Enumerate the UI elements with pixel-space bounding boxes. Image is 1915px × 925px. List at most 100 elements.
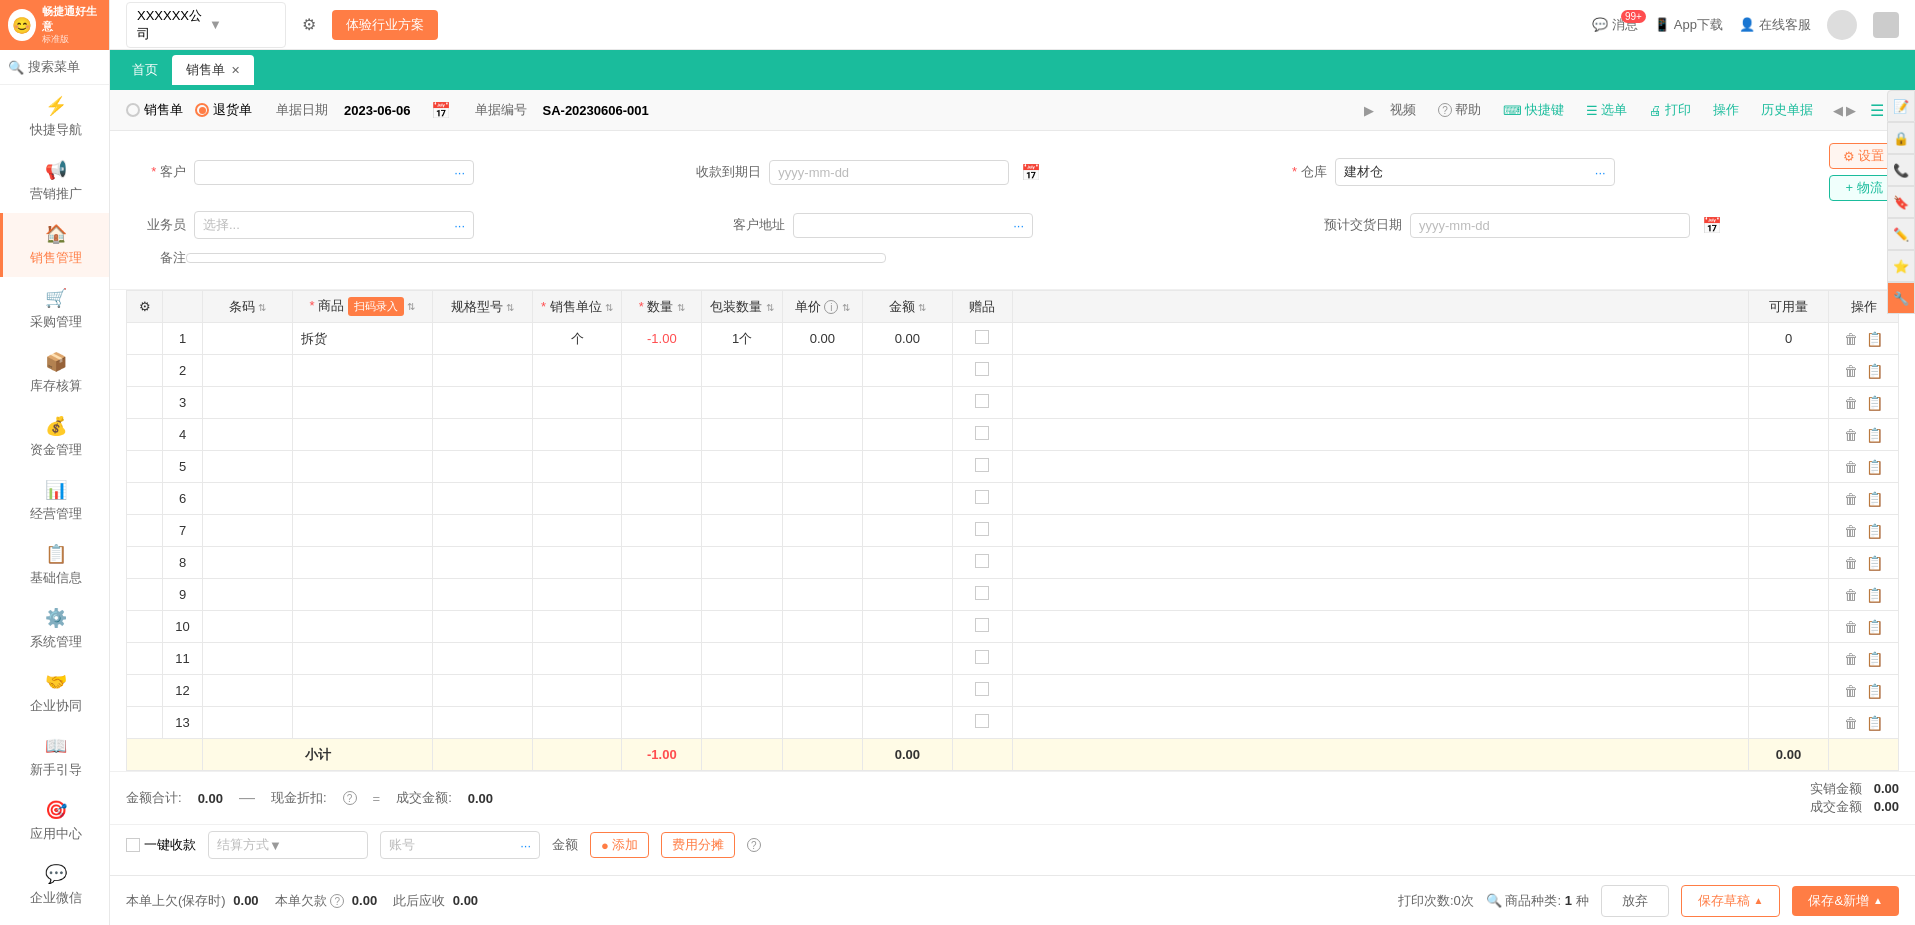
copy-icon-10[interactable]: 📋 — [1866, 651, 1883, 667]
right-panel-btn-4[interactable]: 🔖 — [1887, 186, 1915, 218]
message-button[interactable]: 💬 消息 99+ — [1592, 16, 1638, 34]
cell-price-10[interactable] — [782, 643, 862, 675]
total-owe-info-icon[interactable]: ? — [330, 894, 344, 908]
cell-price-9[interactable] — [782, 611, 862, 643]
copy-icon-5[interactable]: 📋 — [1866, 491, 1883, 507]
avatar2[interactable] — [1873, 12, 1899, 38]
prev-record-icon[interactable]: ◀ — [1833, 103, 1843, 118]
cell-barcode-12[interactable] — [203, 707, 293, 739]
cell-unit-11[interactable] — [533, 675, 622, 707]
th-settings[interactable]: ⚙ — [127, 291, 163, 323]
copy-icon-11[interactable]: 📋 — [1866, 683, 1883, 699]
customer-input[interactable]: ··· — [194, 160, 474, 185]
cell-goods-0[interactable]: 拆货 — [293, 323, 433, 355]
warehouse-dots-icon[interactable]: ··· — [1595, 165, 1606, 180]
cell-spec-3[interactable] — [433, 419, 533, 451]
warehouse-input[interactable]: 建材仓 ··· — [1335, 158, 1615, 186]
delete-icon-9[interactable]: 🗑 — [1844, 619, 1858, 635]
copy-icon-12[interactable]: 📋 — [1866, 715, 1883, 731]
cell-spec-7[interactable] — [433, 547, 533, 579]
try-industry-button[interactable]: 体验行业方案 — [332, 10, 438, 40]
delete-icon-11[interactable]: 🗑 — [1844, 683, 1858, 699]
cell-goods-7[interactable] — [293, 547, 433, 579]
cell-pkgqty-10[interactable] — [702, 643, 783, 675]
cell-barcode-9[interactable] — [203, 611, 293, 643]
cell-unit-10[interactable] — [533, 643, 622, 675]
cell-spec-11[interactable] — [433, 675, 533, 707]
cell-amount-2[interactable] — [862, 387, 952, 419]
cell-barcode-7[interactable] — [203, 547, 293, 579]
cell-goods-4[interactable] — [293, 451, 433, 483]
right-panel-btn-5[interactable]: ✏️ — [1887, 218, 1915, 250]
filter-action-btn[interactable]: ☰ 选单 — [1580, 98, 1633, 122]
cell-gift-2[interactable] — [952, 387, 1012, 419]
sidebar-item-operation[interactable]: 📊 经营管理 — [0, 469, 109, 533]
print-action-btn[interactable]: 🖨 打印 — [1643, 98, 1697, 122]
fee-split-button[interactable]: 费用分摊 — [661, 832, 735, 858]
qty-sort-icon[interactable]: ⇅ — [677, 302, 685, 313]
cell-spec-6[interactable] — [433, 515, 533, 547]
cell-unit-5[interactable] — [533, 483, 622, 515]
cell-amount-6[interactable] — [862, 515, 952, 547]
avatar[interactable] — [1827, 10, 1857, 40]
cell-unit-12[interactable] — [533, 707, 622, 739]
cell-amount-12[interactable] — [862, 707, 952, 739]
sidebar-item-wechat[interactable]: 💬 企业微信 — [0, 853, 109, 917]
cell-goods-5[interactable] — [293, 483, 433, 515]
customer-addr-input[interactable]: ··· — [793, 213, 1033, 238]
sidebar-item-purchase[interactable]: 🛒 采购管理 — [0, 277, 109, 341]
copy-icon-4[interactable]: 📋 — [1866, 459, 1883, 475]
notes-input[interactable] — [186, 253, 886, 263]
cell-unit-1[interactable] — [533, 355, 622, 387]
sidebar-item-system[interactable]: ⚙️ 系统管理 — [0, 597, 109, 661]
cell-price-8[interactable] — [782, 579, 862, 611]
cell-price-7[interactable] — [782, 547, 862, 579]
copy-icon-9[interactable]: 📋 — [1866, 619, 1883, 635]
cell-pkgqty-7[interactable] — [702, 547, 783, 579]
cell-qty-3[interactable] — [622, 419, 702, 451]
cell-qty-12[interactable] — [622, 707, 702, 739]
cell-goods-1[interactable] — [293, 355, 433, 387]
cell-barcode-6[interactable] — [203, 515, 293, 547]
payment-account-input[interactable]: 账号 ··· — [380, 831, 540, 859]
fee-info-icon[interactable]: ? — [747, 838, 761, 852]
cell-amount-5[interactable] — [862, 483, 952, 515]
right-panel-btn-6[interactable]: ⭐ — [1887, 250, 1915, 282]
cell-price-6[interactable] — [782, 515, 862, 547]
save-new-button[interactable]: 保存&新增 ▲ — [1792, 886, 1899, 916]
due-date-input[interactable]: yyyy-mm-dd — [769, 160, 1009, 185]
cell-pkgqty-6[interactable] — [702, 515, 783, 547]
goods-sort-icon[interactable]: ⇅ — [407, 301, 415, 312]
cell-gift-9[interactable] — [952, 611, 1012, 643]
cell-pkgqty-9[interactable] — [702, 611, 783, 643]
due-date-calendar-icon[interactable]: 📅 — [1021, 163, 1041, 182]
cell-barcode-10[interactable] — [203, 643, 293, 675]
list-view-icon[interactable]: ☰ — [1870, 101, 1884, 120]
cell-goods-2[interactable] — [293, 387, 433, 419]
video-action-btn[interactable]: 视频 — [1384, 98, 1422, 122]
delete-icon-0[interactable]: 🗑 — [1844, 331, 1858, 347]
tab-close-icon[interactable]: ✕ — [231, 64, 240, 77]
cell-barcode-1[interactable] — [203, 355, 293, 387]
delete-icon-7[interactable]: 🗑 — [1844, 555, 1858, 571]
sidebar-item-inventory[interactable]: 📦 库存核算 — [0, 341, 109, 405]
salesperson-dots-icon[interactable]: ··· — [454, 218, 465, 233]
cell-spec-10[interactable] — [433, 643, 533, 675]
goods-type-search-icon[interactable]: 🔍 — [1486, 893, 1502, 908]
cell-amount-3[interactable] — [862, 419, 952, 451]
scan-button[interactable]: 扫码录入 — [348, 297, 404, 316]
discount-info-icon[interactable]: ? — [343, 791, 357, 805]
sidebar-item-member[interactable]: ✅ 畅会员 — [0, 917, 109, 925]
cell-qty-9[interactable] — [622, 611, 702, 643]
cell-barcode-3[interactable] — [203, 419, 293, 451]
cell-price-5[interactable] — [782, 483, 862, 515]
add-payment-button[interactable]: ● 添加 — [590, 832, 649, 858]
barcode-sort-icon[interactable]: ⇅ — [258, 302, 266, 313]
cell-qty-4[interactable] — [622, 451, 702, 483]
cell-pkgqty-4[interactable] — [702, 451, 783, 483]
sidebar-item-marketing[interactable]: 📢 营销推广 — [0, 149, 109, 213]
cell-qty-5[interactable] — [622, 483, 702, 515]
cell-price-4[interactable] — [782, 451, 862, 483]
cell-gift-0[interactable] — [952, 323, 1012, 355]
cell-spec-9[interactable] — [433, 611, 533, 643]
